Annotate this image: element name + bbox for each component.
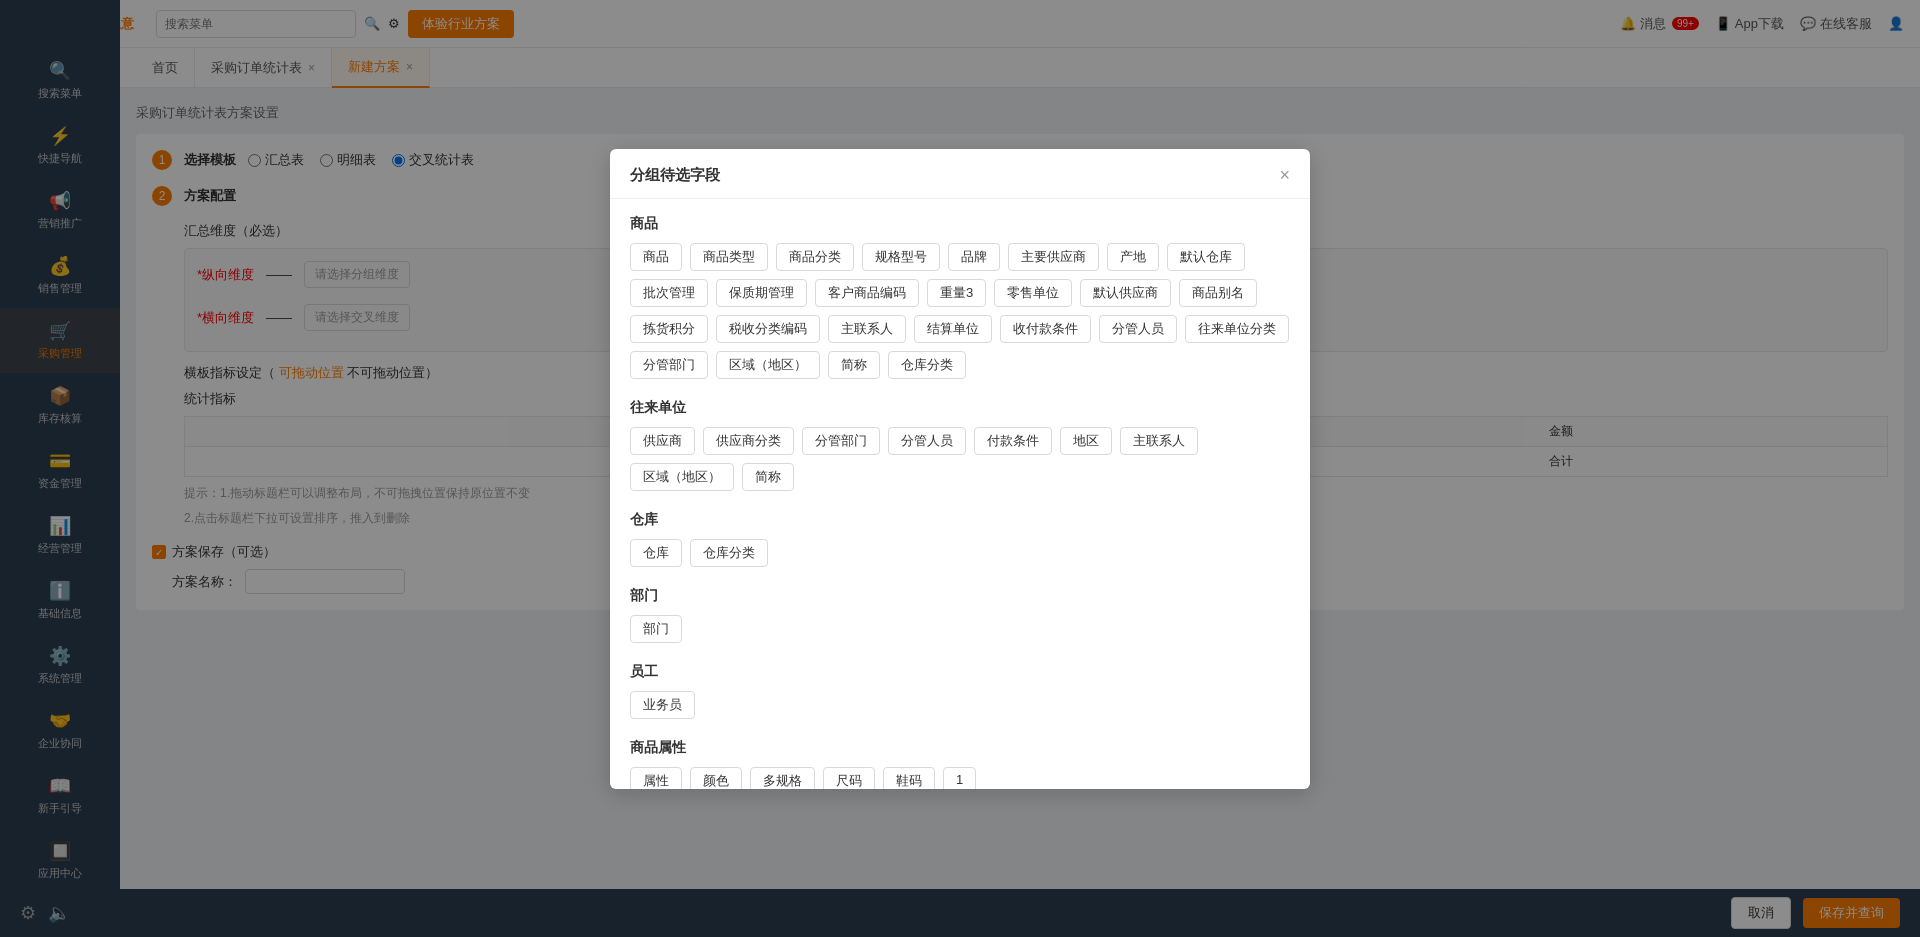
field-tag-1-2[interactable]: 分管部门: [802, 427, 880, 455]
modal-section-0: 商品商品商品类型商品分类规格型号品牌主要供应商产地默认仓库批次管理保质期管理客户…: [630, 215, 1290, 379]
field-tag-0-5[interactable]: 主要供应商: [1008, 243, 1099, 271]
field-tag-1-1[interactable]: 供应商分类: [703, 427, 794, 455]
field-tag-0-9[interactable]: 保质期管理: [716, 279, 807, 307]
field-tag-0-20[interactable]: 分管人员: [1099, 315, 1177, 343]
field-tag-1-4[interactable]: 付款条件: [974, 427, 1052, 455]
field-tag-1-0[interactable]: 供应商: [630, 427, 695, 455]
field-tag-0-8[interactable]: 批次管理: [630, 279, 708, 307]
field-tag-0-23[interactable]: 区域（地区）: [716, 351, 820, 379]
section-tags-1: 供应商供应商分类分管部门分管人员付款条件地区主联系人区域（地区） 简称: [630, 427, 1290, 491]
field-tag-0-16[interactable]: 税收分类编码: [716, 315, 820, 343]
field-tag-1-6[interactable]: 主联系人: [1120, 427, 1198, 455]
modal-close-button[interactable]: ×: [1279, 165, 1290, 186]
modal-title: 分组待选字段: [630, 166, 720, 185]
field-tag-2-0[interactable]: 仓库: [630, 539, 682, 567]
field-tag-0-15[interactable]: 拣货积分: [630, 315, 708, 343]
field-tag-0-14[interactable]: 商品别名: [1179, 279, 1257, 307]
section-tags-0: 商品商品类型商品分类规格型号品牌主要供应商产地默认仓库批次管理保质期管理客户商品…: [630, 243, 1290, 379]
field-tag-0-25[interactable]: 仓库分类: [888, 351, 966, 379]
field-tag-0-7[interactable]: 默认仓库: [1167, 243, 1245, 271]
field-tag-5-3[interactable]: 尺码: [823, 767, 875, 789]
field-tag-5-2[interactable]: 多规格: [750, 767, 815, 789]
modal-section-1: 往来单位供应商供应商分类分管部门分管人员付款条件地区主联系人区域（地区） 简称: [630, 399, 1290, 491]
field-tag-0-24[interactable]: 简称: [828, 351, 880, 379]
field-tag-1-3[interactable]: 分管人员: [888, 427, 966, 455]
field-tag-0-4[interactable]: 品牌: [948, 243, 1000, 271]
modal-overlay: 分组待选字段 × 商品商品商品类型商品分类规格型号品牌主要供应商产地默认仓库批次…: [0, 0, 1920, 937]
field-tag-5-0[interactable]: 属性: [630, 767, 682, 789]
field-tag-0-11[interactable]: 重量3: [927, 279, 986, 307]
field-tag-1-7[interactable]: 区域（地区）: [630, 463, 734, 491]
field-tag-5-4[interactable]: 鞋码: [883, 767, 935, 789]
section-tags-2: 仓库仓库分类: [630, 539, 1290, 567]
section-title-0: 商品: [630, 215, 1290, 233]
section-title-4: 员工: [630, 663, 1290, 681]
section-title-2: 仓库: [630, 511, 1290, 529]
field-tag-0-2[interactable]: 商品分类: [776, 243, 854, 271]
field-tag-0-6[interactable]: 产地: [1107, 243, 1159, 271]
section-title-1: 往来单位: [630, 399, 1290, 417]
field-tag-0-12[interactable]: 零售单位: [994, 279, 1072, 307]
section-title-5: 商品属性: [630, 739, 1290, 757]
modal-section-4: 员工业务员: [630, 663, 1290, 719]
modal-header: 分组待选字段 ×: [610, 149, 1310, 199]
field-tag-1-8[interactable]: 简称: [742, 463, 794, 491]
modal-section-2: 仓库仓库仓库分类: [630, 511, 1290, 567]
modal-section-5: 商品属性属性颜色多规格尺码鞋码 1: [630, 739, 1290, 789]
section-title-3: 部门: [630, 587, 1290, 605]
field-tag-0-3[interactable]: 规格型号: [862, 243, 940, 271]
field-tag-0-13[interactable]: 默认供应商: [1080, 279, 1171, 307]
field-tag-1-5[interactable]: 地区: [1060, 427, 1112, 455]
field-tag-2-1[interactable]: 仓库分类: [690, 539, 768, 567]
field-tag-5-1[interactable]: 颜色: [690, 767, 742, 789]
section-tags-5: 属性颜色多规格尺码鞋码 1: [630, 767, 1290, 789]
field-tag-0-21[interactable]: 往来单位分类: [1185, 315, 1289, 343]
modal-dialog: 分组待选字段 × 商品商品商品类型商品分类规格型号品牌主要供应商产地默认仓库批次…: [610, 149, 1310, 789]
field-tag-0-10[interactable]: 客户商品编码: [815, 279, 919, 307]
field-tag-4-0[interactable]: 业务员: [630, 691, 695, 719]
modal-body[interactable]: 商品商品商品类型商品分类规格型号品牌主要供应商产地默认仓库批次管理保质期管理客户…: [610, 199, 1310, 789]
section-tags-3: 部门: [630, 615, 1290, 643]
modal-section-3: 部门部门: [630, 587, 1290, 643]
field-tag-0-1[interactable]: 商品类型: [690, 243, 768, 271]
field-tag-3-0[interactable]: 部门: [630, 615, 682, 643]
field-tag-0-17[interactable]: 主联系人: [828, 315, 906, 343]
field-tag-0-18[interactable]: 结算单位: [914, 315, 992, 343]
field-tag-0-19[interactable]: 收付款条件: [1000, 315, 1091, 343]
field-tag-5-5[interactable]: 1: [943, 767, 976, 789]
field-tag-0-0[interactable]: 商品: [630, 243, 682, 271]
section-tags-4: 业务员: [630, 691, 1290, 719]
field-tag-0-22[interactable]: 分管部门: [630, 351, 708, 379]
